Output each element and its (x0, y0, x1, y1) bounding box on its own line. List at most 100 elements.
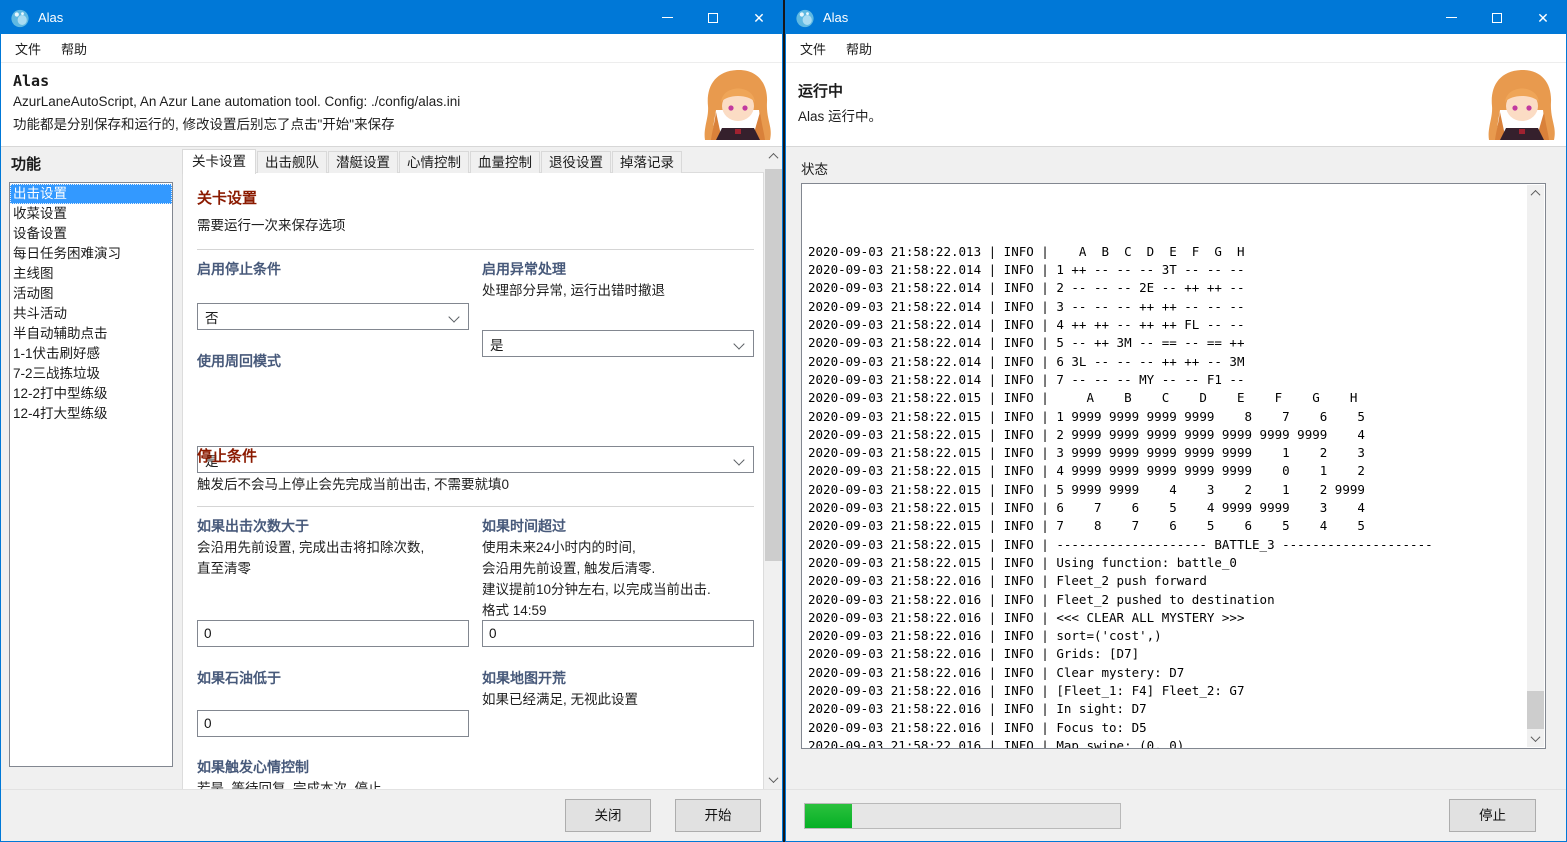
log-line: 2020-09-03 21:58:22.015 | INFO | 7 8 7 6… (808, 518, 1365, 534)
menu-item[interactable]: 帮助 (51, 34, 97, 62)
list-item[interactable]: 每日任务困难演习 (10, 244, 172, 264)
scrollbar-thumb[interactable] (1527, 691, 1544, 729)
log-line: 2020-09-03 21:58:22.016 | INFO | Fleet_2… (808, 573, 1207, 589)
log-line: 2020-09-03 21:58:22.014 | INFO | 6 3L --… (808, 353, 1245, 369)
log-output[interactable]: 2020-09-03 21:58:22.013 | INFO | A B C D… (801, 183, 1546, 749)
scroll-up-icon[interactable] (765, 148, 782, 165)
enable-exception-desc: 处理部分异常, 运行出错时撤退 (482, 283, 666, 298)
list-item[interactable]: 活动图 (10, 284, 172, 304)
tab[interactable]: 血量控制 (470, 151, 540, 173)
titlebar[interactable]: Alas ✕ (1, 1, 782, 34)
if-count-input[interactable] (197, 620, 469, 647)
minimize-icon (661, 17, 673, 18)
loop-mode-select[interactable]: 是 (197, 446, 754, 473)
tab[interactable]: 退役设置 (541, 151, 611, 173)
scroll-down-icon[interactable] (1527, 730, 1544, 747)
minimize-icon (1445, 17, 1457, 18)
log-line: 2020-09-03 21:58:22.014 | INFO | 5 -- ++… (808, 335, 1245, 351)
maximize-button[interactable] (690, 1, 736, 34)
maximize-icon (1492, 12, 1502, 23)
tab[interactable]: 掉落记录 (612, 151, 682, 173)
log-line: 2020-09-03 21:58:22.015 | INFO | -------… (808, 536, 1433, 552)
header-hint: 功能都是分别保存和运行的, 修改设置后别忘了点击"开始"来保存 (13, 117, 395, 132)
avatar (1484, 68, 1559, 140)
menu-item[interactable]: 文件 (5, 34, 51, 62)
menu-item[interactable]: 文件 (790, 34, 836, 62)
minimize-button[interactable] (1428, 1, 1474, 34)
run-status-title: 运行中 (798, 83, 844, 100)
if-time-desc: 使用未来24小时内的时间, 会沿用先前设置, 触发后清零. 建议提前10分钟左右… (482, 540, 711, 618)
list-item[interactable]: 1-1伏击刷好感 (10, 344, 172, 364)
close-button[interactable]: ✕ (736, 1, 782, 34)
close-icon: ✕ (1537, 9, 1549, 26)
list-item[interactable]: 出击设置 (10, 184, 172, 204)
menubar: 文件 帮助 (1, 34, 782, 63)
progress-fill (805, 804, 853, 828)
minimize-button[interactable] (644, 1, 690, 34)
tab[interactable]: 心情控制 (399, 151, 469, 173)
maximize-icon (708, 12, 718, 23)
list-item[interactable]: 共斗活动 (10, 304, 172, 324)
header-description: AzurLaneAutoScript, An Azur Lane automat… (13, 94, 461, 109)
close-button[interactable]: ✕ (1520, 1, 1566, 34)
stop-group-title: 停止条件 (197, 448, 258, 465)
tab[interactable]: 潜艇设置 (328, 151, 398, 173)
divider (197, 506, 754, 507)
log-line: 2020-09-03 21:58:22.015 | INFO | 4 9999 … (808, 463, 1365, 479)
avatar (700, 68, 775, 140)
scrollbar-thumb[interactable] (765, 169, 782, 561)
menubar: 文件 帮助 (786, 34, 1566, 63)
log-line: 2020-09-03 21:58:22.016 | INFO | Clear m… (808, 664, 1185, 680)
log-line: 2020-09-03 21:58:22.016 | INFO | In sigh… (808, 701, 1147, 717)
main-area: 功能 出击设置 收菜设置 设备设置 每日任务困难演习 主线图 活动图 共斗活动 半自动辅助点击… (1, 147, 782, 841)
if-time-label: 如果时间超过 (482, 518, 566, 534)
list-item[interactable]: 7-2三战拣垃圾 (10, 364, 172, 384)
scroll-up-icon[interactable] (1527, 185, 1544, 202)
status-label: 状态 (801, 162, 828, 177)
tab[interactable]: 关卡设置 (182, 149, 256, 174)
enable-exception-label: 启用异常处理 (482, 261, 566, 277)
page-subtitle: 需要运行一次来保存选项 (197, 218, 346, 233)
log-line: 2020-09-03 21:58:22.016 | INFO | sort=('… (808, 628, 1162, 644)
log-line: 2020-09-03 21:58:22.016 | INFO | Map swi… (808, 737, 1185, 749)
window-title: Alas (38, 10, 64, 25)
scroll-down-icon[interactable] (765, 771, 782, 788)
log-line: 2020-09-03 21:58:22.016 | INFO | [Fleet_… (808, 683, 1245, 699)
list-item[interactable]: 12-2打中型练级 (10, 384, 172, 404)
list-item[interactable]: 收菜设置 (10, 204, 172, 224)
settings-panel: 关卡设置 需要运行一次来保存选项 启用停止条件 启用异常处理 处理部分异常, 运… (182, 172, 764, 791)
maximize-button[interactable] (1474, 1, 1520, 34)
window-running: Alas ✕ 文件 帮助 运行中 Alas 运行中。 状态 2020-09-03 … (785, 0, 1567, 842)
app-logo-icon (795, 8, 815, 28)
list-item[interactable]: 主线图 (10, 264, 172, 284)
app-logo-icon (10, 8, 30, 28)
progress-bar (804, 803, 1121, 829)
close-window-button[interactable]: 关闭 (565, 799, 651, 832)
start-button[interactable]: 开始 (675, 799, 761, 832)
if-count-label: 如果出击次数大于 (197, 518, 309, 534)
run-bar: 停止 (786, 789, 1566, 841)
log-scrollbar[interactable] (1527, 185, 1544, 747)
log-line: 2020-09-03 21:58:22.015 | INFO | Using f… (808, 554, 1237, 570)
list-item[interactable]: 半自动辅助点击 (10, 324, 172, 344)
loop-mode-label: 使用周回模式 (197, 353, 281, 369)
page-title: 关卡设置 (197, 190, 258, 207)
if-time-input[interactable] (482, 620, 754, 647)
function-list: 出击设置 收菜设置 设备设置 每日任务困难演习 主线图 活动图 共斗活动 半自动辅助点击 1-1… (9, 182, 173, 767)
if-oil-label: 如果石油低于 (197, 670, 281, 686)
list-item[interactable]: 设备设置 (10, 224, 172, 244)
tab[interactable]: 出击舰队 (257, 151, 327, 173)
content-scrollbar[interactable] (765, 148, 782, 788)
if-oil-input[interactable] (197, 710, 469, 737)
enable-stop-select[interactable]: 否 (197, 303, 469, 330)
log-line: 2020-09-03 21:58:22.016 | INFO | <<< CLE… (808, 609, 1245, 625)
if-map-clear-label: 如果地图开荒 (482, 670, 566, 686)
app-name: Alas (13, 72, 50, 90)
log-line: 2020-09-03 21:58:22.014 | INFO | 3 -- --… (808, 298, 1245, 314)
titlebar[interactable]: Alas ✕ (786, 1, 1566, 34)
list-item[interactable]: 12-4打大型练级 (10, 404, 172, 424)
stop-button[interactable]: 停止 (1449, 799, 1536, 832)
menu-item[interactable]: 帮助 (836, 34, 882, 62)
enable-exception-select[interactable]: 是 (482, 330, 754, 357)
log-line: 2020-09-03 21:58:22.014 | INFO | 2 -- --… (808, 280, 1245, 296)
